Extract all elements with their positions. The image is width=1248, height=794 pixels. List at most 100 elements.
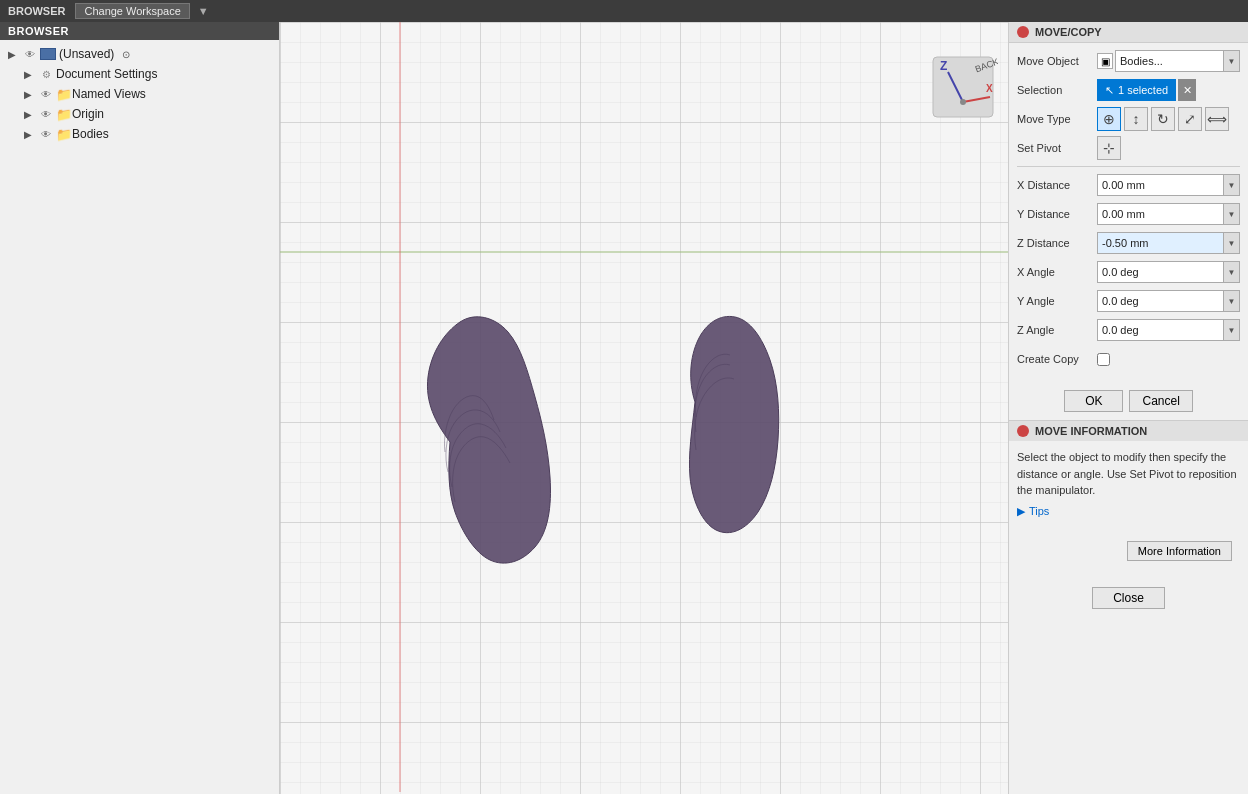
info-header-icon [1017,425,1029,437]
folder-icon-origin: 📁 [56,107,72,122]
browser-title: BROWSER [8,5,65,17]
selection-clear-button[interactable]: ✕ [1178,79,1196,101]
create-copy-label: Create Copy [1017,353,1097,365]
y-angle-input[interactable] [1097,290,1224,312]
viewport[interactable]: 👆 Z X BACK [280,22,1008,794]
main-area: BROWSER ▶ 👁 (Unsaved) ⊙ ▶ ⚙ Document Set… [0,22,1248,794]
named-views-item[interactable]: ▶ 👁 📁 Named Views [0,84,279,104]
settings-icon: ⚙ [38,66,54,82]
z-distance-input[interactable] [1097,232,1224,254]
y-angle-dropdown[interactable]: ▼ [1224,290,1240,312]
info-header: MOVE INFORMATION [1009,421,1248,441]
move-type-point-btn[interactable]: ⤢ [1178,107,1202,131]
origin-label: Origin [72,107,104,121]
collapse-icon: ▼ [198,5,209,17]
eye-icon-views: 👁 [38,86,54,102]
expand-icon-doc: ▶ [20,66,36,82]
move-type-face-btn[interactable]: ⟺ [1205,107,1229,131]
set-pivot-row: Set Pivot ⊹ [1017,136,1240,160]
expand-icon-origin: ▶ [20,106,36,122]
info-body: Select the object to modify then specify… [1009,441,1248,531]
more-info-container: More Information [1009,531,1248,571]
move-object-control: ▣ ▼ [1097,50,1240,72]
z-angle-control: ▼ [1097,319,1240,341]
named-views-label: Named Views [72,87,146,101]
eye-icon: 👁 [22,46,38,62]
x-distance-dropdown[interactable]: ▼ [1224,174,1240,196]
set-pivot-label: Set Pivot [1017,142,1097,154]
y-angle-row: Y Angle ▼ [1017,289,1240,313]
z-angle-dropdown[interactable]: ▼ [1224,319,1240,341]
change-workspace-button[interactable]: Change Workspace [75,3,189,19]
panel-title: MOVE/COPY [1035,26,1102,38]
y-distance-dropdown[interactable]: ▼ [1224,203,1240,225]
create-copy-control [1097,353,1110,366]
cursor-small-icon: ↖ [1105,84,1114,97]
document-settings-label: Document Settings [56,67,157,81]
move-type-axis-btn[interactable]: ↕ [1124,107,1148,131]
unsaved-label: (Unsaved) [59,47,114,61]
doc-icon [40,48,56,60]
axis-indicator: Z X BACK [928,52,998,122]
move-type-rotate-btn[interactable]: ↻ [1151,107,1175,131]
y-distance-control: ▼ [1097,203,1240,225]
y-distance-label: Y Distance [1017,208,1097,220]
x-distance-row: X Distance ▼ [1017,173,1240,197]
x-distance-input[interactable] [1097,174,1224,196]
create-copy-checkbox[interactable] [1097,353,1110,366]
expand-icon-bodies: ▶ [20,126,36,142]
tips-row[interactable]: ▶ Tips [1017,499,1240,524]
move-object-input[interactable] [1115,50,1224,72]
left-panel: BROWSER ▶ 👁 (Unsaved) ⊙ ▶ ⚙ Document Set… [0,22,280,794]
move-type-row: Move Type ⊕ ↕ ↻ ⤢ ⟺ [1017,107,1240,131]
svg-text:X: X [986,83,993,94]
selection-value: 1 selected [1118,84,1168,96]
selection-button[interactable]: ↖ 1 selected [1097,79,1176,101]
selection-row: Selection ↖ 1 selected ✕ [1017,78,1240,102]
unsaved-item[interactable]: ▶ 👁 (Unsaved) ⊙ [0,44,279,64]
x-angle-dropdown[interactable]: ▼ [1224,261,1240,283]
info-title: MOVE INFORMATION [1035,425,1147,437]
move-type-translate-btn[interactable]: ⊕ [1097,107,1121,131]
record-icon: ⊙ [118,46,134,62]
more-info-button[interactable]: More Information [1127,541,1232,561]
right-panel: MOVE/COPY Move Object ▣ ▼ Selection ↖ 1 … [1008,22,1248,794]
browser-header-label: BROWSER [8,25,69,37]
expand-icon-views: ▶ [20,86,36,102]
folder-icon-bodies: 📁 [56,127,72,142]
cancel-button[interactable]: Cancel [1129,390,1192,412]
y-angle-label: Y Angle [1017,295,1097,307]
y-distance-row: Y Distance ▼ [1017,202,1240,226]
shape-middle [689,316,778,532]
origin-item[interactable]: ▶ 👁 📁 Origin [0,104,279,124]
bodies-icon: ▣ [1097,53,1113,69]
x-angle-input[interactable] [1097,261,1224,283]
shape-left [427,317,550,563]
x-distance-label: X Distance [1017,179,1097,191]
ok-button[interactable]: OK [1064,390,1123,412]
shapes-svg: 👆 [280,22,1008,794]
y-distance-input[interactable] [1097,203,1224,225]
z-angle-input[interactable] [1097,319,1224,341]
close-row: Close [1009,571,1248,625]
bodies-label: Bodies [72,127,109,141]
x-angle-row: X Angle ▼ [1017,260,1240,284]
move-type-icons: ⊕ ↕ ↻ ⤢ ⟺ [1097,107,1229,131]
set-pivot-button[interactable]: ⊹ [1097,136,1121,160]
ok-cancel-row: OK Cancel [1009,382,1248,420]
svg-point-13 [960,99,966,105]
folder-icon-views: 📁 [56,87,72,102]
z-distance-dropdown[interactable]: ▼ [1224,232,1240,254]
bodies-item[interactable]: ▶ 👁 📁 Bodies [0,124,279,144]
close-button[interactable]: Close [1092,587,1165,609]
move-type-label: Move Type [1017,113,1097,125]
browser-tree: ▶ 👁 (Unsaved) ⊙ ▶ ⚙ Document Settings ▶ … [0,40,279,794]
document-settings-item[interactable]: ▶ ⚙ Document Settings [0,64,279,84]
eye-icon-bodies: 👁 [38,126,54,142]
top-bar: BROWSER Change Workspace ▼ [0,0,1248,22]
selection-label: Selection [1017,84,1097,96]
x-angle-control: ▼ [1097,261,1240,283]
tips-expand-icon: ▶ [1017,503,1025,520]
move-object-dropdown[interactable]: ▼ [1224,50,1240,72]
y-angle-control: ▼ [1097,290,1240,312]
